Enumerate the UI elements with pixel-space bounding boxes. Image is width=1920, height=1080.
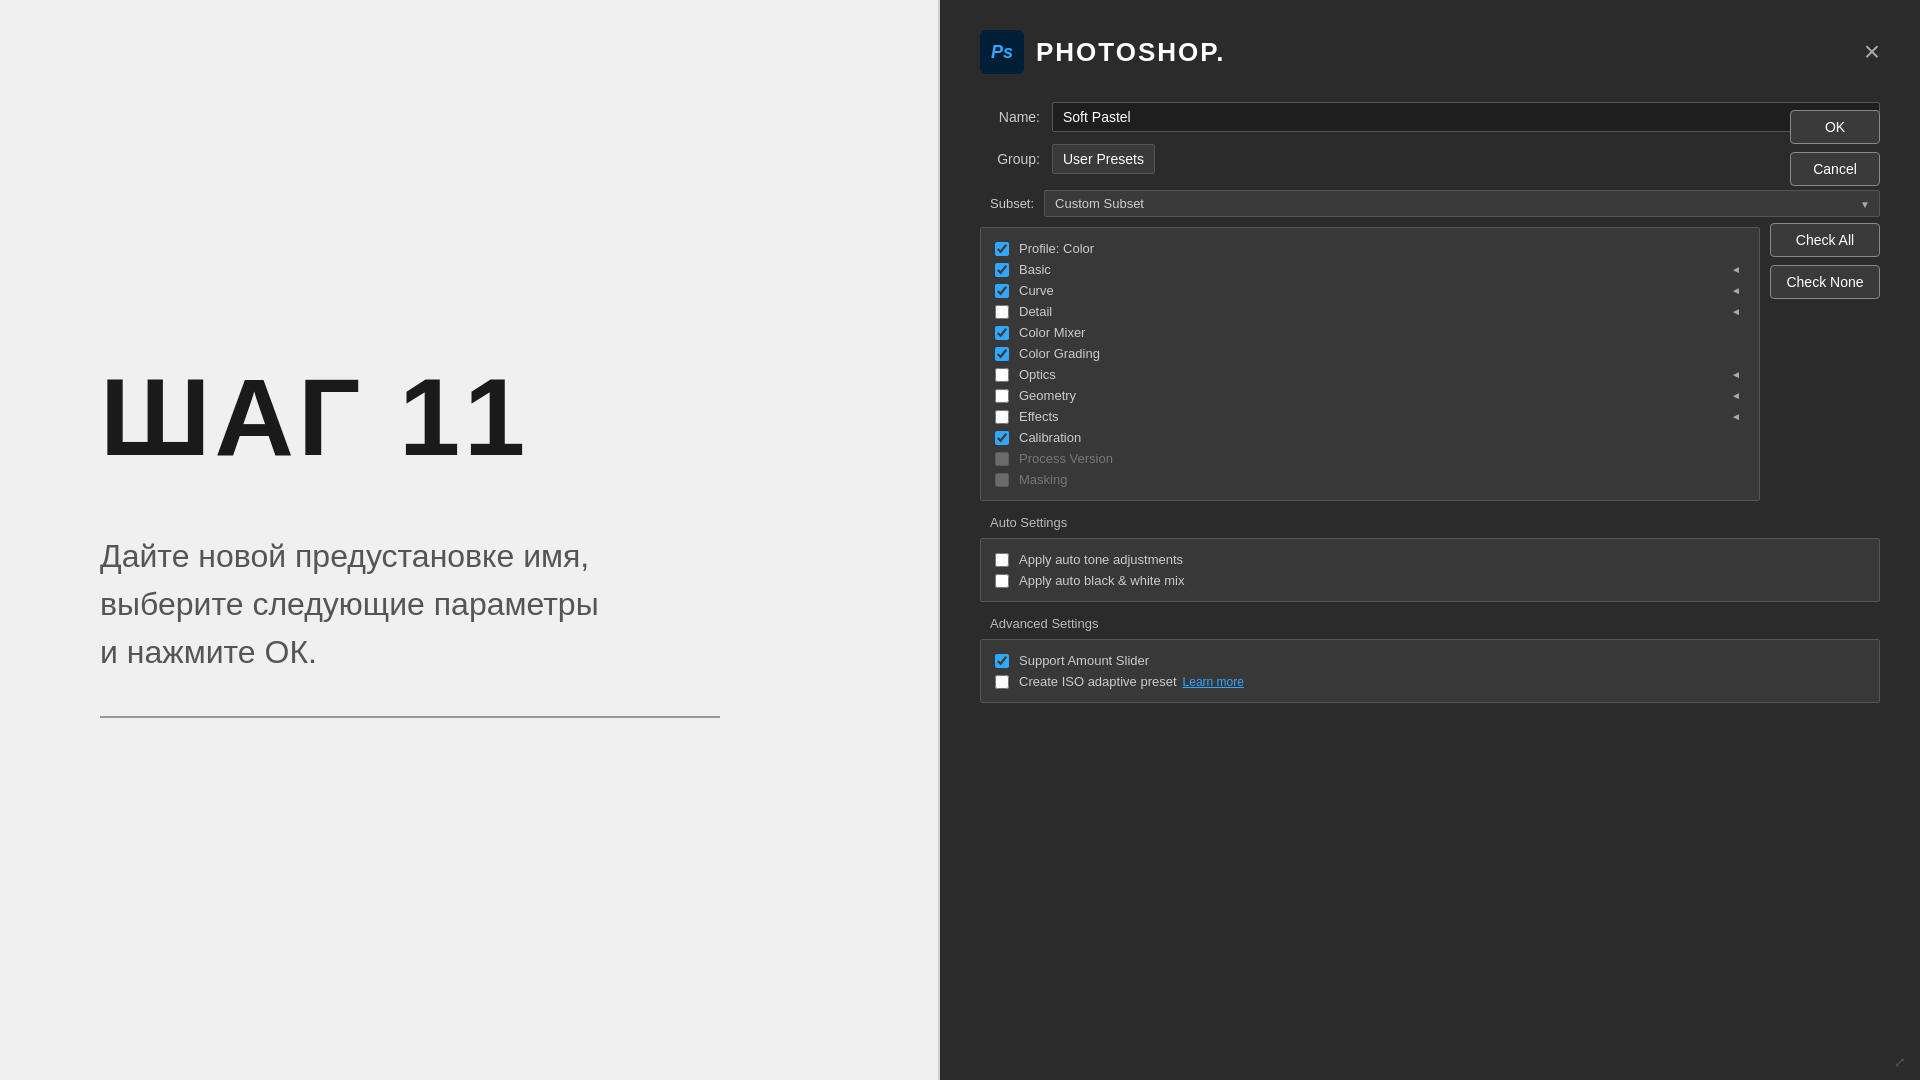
ok-button[interactable]: OK — [1790, 110, 1880, 144]
checkbox-input[interactable] — [995, 473, 1009, 487]
divider — [100, 716, 720, 718]
checkbox-input[interactable] — [995, 242, 1009, 256]
checkbox-label: Masking — [1019, 472, 1067, 487]
check-all-button[interactable]: Check All — [1770, 223, 1880, 257]
name-row: Name: — [980, 102, 1880, 132]
checkbox-label: Color Mixer — [1019, 325, 1085, 340]
step-label: ШАГ 11 — [100, 362, 840, 472]
subset-label: Subset: — [990, 196, 1034, 211]
checkbox-input[interactable] — [995, 284, 1009, 298]
group-select[interactable]: User Presets — [1052, 144, 1155, 174]
ps-icon: Ps — [980, 30, 1024, 74]
checkbox-input[interactable] — [995, 347, 1009, 361]
checkbox-row: Geometry ◄ — [995, 385, 1745, 406]
checkbox-input[interactable] — [995, 368, 1009, 382]
advanced-settings-checkbox[interactable] — [995, 654, 1009, 668]
advanced-settings-title: Advanced Settings — [980, 616, 1880, 631]
checkbox-row: Color Mixer — [995, 322, 1745, 343]
arrow-indicator: ◄ — [1731, 411, 1741, 422]
arrow-indicator: ◄ — [1731, 369, 1741, 380]
checkbox-label: Optics — [1019, 367, 1056, 382]
checkbox-label: Calibration — [1019, 430, 1081, 445]
checkbox-input[interactable] — [995, 305, 1009, 319]
close-icon[interactable]: × — [1864, 38, 1880, 66]
checkboxes-panel: Profile: Color Basic ◄ Curve ◄ Detail ◄ Color M… — [980, 227, 1760, 501]
checkbox-row: Detail ◄ — [995, 301, 1745, 322]
learn-more-link[interactable]: Learn more — [1183, 675, 1244, 689]
name-input[interactable] — [1052, 102, 1880, 132]
auto-settings-checkbox[interactable] — [995, 553, 1009, 567]
advanced-settings-panel: Support Amount Slider Create ISO adaptive… — [980, 639, 1880, 703]
right-panel: Ps PHOTOSHOP. × Name: Group: User Preset… — [940, 0, 1920, 1080]
checkbox-label: Process Version — [1019, 451, 1113, 466]
checkbox-row: Curve ◄ — [995, 280, 1745, 301]
dialog-header: Ps PHOTOSHOP. × — [980, 30, 1880, 74]
auto-settings-panel: Apply auto tone adjustments Apply auto bl… — [980, 538, 1880, 602]
auto-settings-row: Apply auto black & white mix — [995, 570, 1865, 591]
checkbox-label: Geometry — [1019, 388, 1076, 403]
checkbox-label: Curve — [1019, 283, 1054, 298]
subset-select[interactable]: Custom Subset — [1044, 190, 1880, 217]
checkbox-input[interactable] — [995, 326, 1009, 340]
checkbox-row: Optics ◄ — [995, 364, 1745, 385]
advanced-settings-row: Support Amount Slider — [995, 650, 1865, 671]
description: Дайте новой предустановке имя, выберите … — [100, 532, 840, 676]
check-none-button[interactable]: Check None — [1770, 265, 1880, 299]
advanced-settings-label: Create ISO adaptive preset — [1019, 674, 1177, 689]
arrow-indicator: ◄ — [1731, 306, 1741, 317]
arrow-indicator: ◄ — [1731, 285, 1741, 296]
advanced-settings-label: Support Amount Slider — [1019, 653, 1149, 668]
subset-row: Subset: Custom Subset — [980, 190, 1880, 217]
checkbox-row: Basic ◄ — [995, 259, 1745, 280]
auto-settings-title: Auto Settings — [980, 515, 1880, 530]
group-row: Group: User Presets — [980, 144, 1880, 174]
arrow-indicator: ◄ — [1731, 264, 1741, 275]
advanced-settings-checkbox[interactable] — [995, 675, 1009, 689]
checkbox-input[interactable] — [995, 431, 1009, 445]
checkbox-input[interactable] — [995, 410, 1009, 424]
left-panel: ШАГ 11 Дайте новой предустановке имя, вы… — [0, 0, 940, 1080]
checkbox-row: Effects ◄ — [995, 406, 1745, 427]
auto-settings-row: Apply auto tone adjustments — [995, 549, 1865, 570]
checkbox-label: Profile: Color — [1019, 241, 1094, 256]
checkbox-row: Color Grading — [995, 343, 1745, 364]
advanced-settings-row: Create ISO adaptive preset Learn more — [995, 671, 1865, 692]
arrow-indicator: ◄ — [1731, 390, 1741, 401]
subset-select-wrapper: Custom Subset — [1044, 190, 1880, 217]
checkbox-label: Detail — [1019, 304, 1052, 319]
auto-settings-checkbox[interactable] — [995, 574, 1009, 588]
auto-settings-label: Apply auto tone adjustments — [1019, 552, 1183, 567]
checkbox-row: Profile: Color — [995, 238, 1745, 259]
checkbox-input[interactable] — [995, 263, 1009, 277]
right-buttons: OK Cancel — [1790, 110, 1880, 186]
checkbox-row: Calibration — [995, 427, 1745, 448]
main-content: Subset: Custom Subset Profile: Color Basi… — [980, 190, 1880, 703]
resize-icon: ⤢ — [1894, 1054, 1906, 1070]
group-select-wrapper: User Presets — [1052, 144, 1880, 174]
name-label: Name: — [980, 109, 1040, 125]
auto-settings-label: Apply auto black & white mix — [1019, 573, 1184, 588]
app-title: PHOTOSHOP. — [1036, 37, 1226, 68]
checkbox-label: Basic — [1019, 262, 1051, 277]
group-label: Group: — [980, 151, 1040, 167]
checkbox-label: Effects — [1019, 409, 1059, 424]
logo-area: Ps PHOTOSHOP. — [980, 30, 1226, 74]
checkbox-row: Process Version — [995, 448, 1745, 469]
cancel-button[interactable]: Cancel — [1790, 152, 1880, 186]
checkbox-label: Color Grading — [1019, 346, 1100, 361]
checkbox-input[interactable] — [995, 452, 1009, 466]
checkbox-row: Masking — [995, 469, 1745, 490]
checkbox-input[interactable] — [995, 389, 1009, 403]
